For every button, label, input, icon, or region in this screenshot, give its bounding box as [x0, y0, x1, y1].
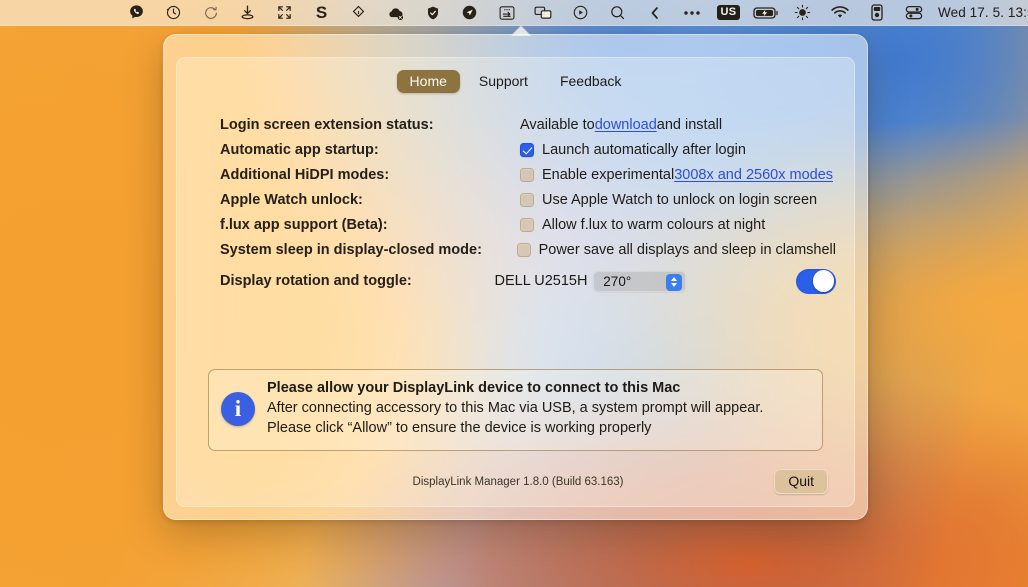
tab-feedback[interactable]: Feedback	[547, 70, 634, 93]
setting-label: Automatic app startup:	[220, 142, 520, 158]
notice-body: After connecting accessory to this Mac v…	[267, 398, 808, 439]
menu-bar-status-icons-right: US Wed 17. 5. 13:57	[710, 0, 1028, 26]
setting-label: System sleep in display-closed mode:	[220, 242, 517, 258]
keyboard-layout-badge[interactable]: US	[710, 0, 747, 26]
download-icon[interactable]	[229, 0, 266, 26]
permission-notice-box: i Please allow your DisplayLink device t…	[208, 369, 823, 451]
history-clock-icon[interactable]	[155, 0, 192, 26]
checkbox-apple-watch-unlock[interactable]	[520, 193, 534, 207]
tab-home[interactable]: Home	[397, 70, 460, 93]
brightness-icon[interactable]	[784, 0, 821, 26]
setting-label: Login screen extension status:	[220, 117, 520, 133]
hidpi-modes-link[interactable]: 3008x and 2560x modes	[674, 167, 833, 183]
sync-refresh-icon[interactable]	[192, 0, 229, 26]
setting-row-flux-support: f.lux app support (Beta): Allow f.lux to…	[220, 212, 836, 237]
tab-bar: Home Support Feedback	[177, 70, 854, 93]
setting-value: Power save all displays and sleep in cla…	[517, 242, 836, 258]
setting-row-hidpi-modes: Additional HiDPI modes: Enable experimen…	[220, 162, 836, 187]
rotation-angle-value: 270°	[603, 274, 631, 289]
setting-value: Launch automatically after login	[520, 142, 746, 158]
chevron-left-icon[interactable]	[636, 0, 673, 26]
setting-row-login-extension: Login screen extension status: Available…	[220, 112, 836, 137]
battery-charging-icon[interactable]	[747, 0, 784, 26]
setting-row-apple-watch-unlock: Apple Watch unlock: Use Apple Watch to u…	[220, 187, 836, 212]
setting-label: Apple Watch unlock:	[220, 192, 520, 208]
setting-value: Available to download and install	[520, 117, 722, 133]
screen-transfer-icon[interactable]	[488, 0, 525, 26]
setting-row-system-sleep: System sleep in display-closed mode: Pow…	[220, 237, 836, 262]
checkbox-flux-warm-colours[interactable]	[520, 218, 534, 232]
window-footer: DisplayLink Manager 1.8.0 (Build 63.163)…	[208, 469, 828, 495]
quit-button[interactable]: Quit	[774, 469, 828, 494]
window-inner-panel: Home Support Feedback Login screen exten…	[176, 57, 855, 507]
fullscreen-arrows-icon[interactable]	[266, 0, 303, 26]
setting-value: Use Apple Watch to unlock on login scree…	[520, 192, 817, 208]
control-center-icon[interactable]	[895, 0, 932, 26]
viber-icon[interactable]	[118, 0, 155, 26]
version-label: DisplayLink Manager 1.8.0 (Build 63.163)	[413, 476, 624, 488]
display-enable-toggle[interactable]	[796, 269, 836, 294]
popover-pointer	[511, 26, 531, 36]
menu-bar-clock[interactable]: Wed 17. 5. 13:57	[932, 5, 1028, 20]
shield-check-icon[interactable]	[414, 0, 451, 26]
displaylink-icon[interactable]	[525, 0, 562, 26]
extension-status-suffix: and install	[657, 117, 722, 133]
monitor-name-label: DELL U2515H	[494, 273, 593, 289]
pen-tool-icon[interactable]	[340, 0, 377, 26]
checkbox-label: Use Apple Watch to unlock on login scree…	[542, 192, 817, 208]
extension-status-prefix: Available to	[520, 117, 595, 133]
tab-support[interactable]: Support	[466, 70, 541, 93]
notice-text-block: Please allow your DisplayLink device to …	[267, 380, 808, 439]
download-link[interactable]: download	[595, 117, 657, 133]
stepper-arrows-icon[interactable]	[666, 274, 682, 291]
checkbox-hidpi-modes[interactable]	[520, 168, 534, 182]
setting-value: Allow f.lux to warm colours at night	[520, 217, 765, 233]
checkbox-launch-at-login[interactable]	[520, 143, 534, 157]
info-icon: i	[221, 392, 255, 426]
spotlight-search-icon[interactable]	[599, 0, 636, 26]
sketch-s-icon[interactable]: S	[303, 0, 340, 26]
checkbox-label-prefix: Enable experimental	[542, 167, 674, 183]
checkbox-label: Launch automatically after login	[542, 142, 746, 158]
setting-label: Additional HiDPI modes:	[220, 167, 520, 183]
settings-list: Login screen extension status: Available…	[220, 112, 836, 296]
battery-status-icon[interactable]	[858, 0, 895, 26]
setting-label: Display rotation and toggle:	[220, 273, 494, 289]
wifi-icon[interactable]	[821, 0, 858, 26]
checkbox-power-save-clamshell[interactable]	[517, 243, 531, 257]
ellipsis-icon[interactable]	[673, 0, 710, 26]
setting-label: f.lux app support (Beta):	[220, 217, 520, 233]
menu-bar-status-icons-left: S	[118, 0, 710, 26]
setting-row-display-rotation: Display rotation and toggle: DELL U2515H…	[220, 266, 836, 296]
displaylink-manager-window: Home Support Feedback Login screen exten…	[163, 34, 868, 520]
menu-bar: S	[0, 0, 1028, 26]
cloud-offline-icon[interactable]	[377, 0, 414, 26]
rotation-angle-select[interactable]: 270°	[593, 271, 685, 292]
setting-value: Enable experimental 3008x and 2560x mode…	[520, 167, 833, 183]
notice-title: Please allow your DisplayLink device to …	[267, 380, 808, 396]
play-circle-icon[interactable]	[562, 0, 599, 26]
checkbox-label: Allow f.lux to warm colours at night	[542, 217, 765, 233]
navigation-arrow-icon[interactable]	[451, 0, 488, 26]
keyboard-layout-label: US	[717, 5, 741, 20]
setting-row-auto-startup: Automatic app startup: Launch automatica…	[220, 137, 836, 162]
checkbox-label: Power save all displays and sleep in cla…	[539, 242, 836, 258]
